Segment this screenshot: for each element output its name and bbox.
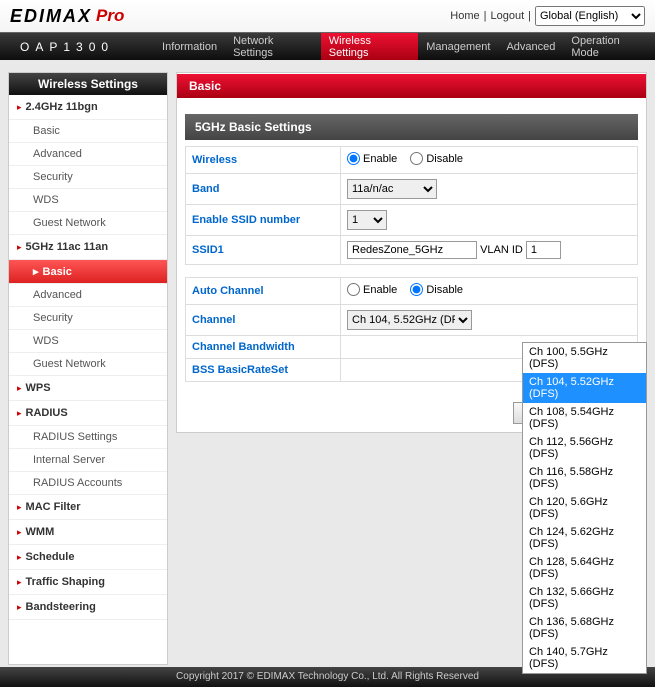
channel-option[interactable]: Ch 132, 5.66GHz (DFS) bbox=[523, 583, 646, 613]
sidebar-item-security-5g[interactable]: Security bbox=[9, 307, 167, 330]
nav-wireless-settings[interactable]: Wireless Settings bbox=[321, 33, 418, 60]
sidebar-group-radius[interactable]: ▸RADIUS bbox=[9, 401, 167, 426]
nav-network-settings[interactable]: Network Settings bbox=[225, 33, 321, 60]
sidebar-group-bandsteering[interactable]: ▸Bandsteering bbox=[9, 595, 167, 620]
sidebar-item-internal-server[interactable]: Internal Server bbox=[9, 449, 167, 472]
label-ssid1: SSID1 bbox=[186, 236, 341, 265]
sidebar-item-guest[interactable]: Guest Network bbox=[9, 212, 167, 235]
sidebar-item-radius-settings[interactable]: RADIUS Settings bbox=[9, 426, 167, 449]
label-channel: Channel bbox=[186, 305, 341, 336]
sidebar-item-advanced[interactable]: Advanced bbox=[9, 143, 167, 166]
input-vlanid[interactable] bbox=[526, 241, 561, 259]
nav-management[interactable]: Management bbox=[418, 33, 498, 60]
channel-option[interactable]: Ch 140, 5.7GHz (DFS) bbox=[523, 643, 646, 673]
sidebar-title: Wireless Settings bbox=[9, 73, 167, 95]
channel-option[interactable]: Ch 104, 5.52GHz (DFS) bbox=[523, 373, 646, 403]
sidebar-item-basic[interactable]: Basic bbox=[9, 120, 167, 143]
sidebar-item-advanced-5g[interactable]: Advanced bbox=[9, 284, 167, 307]
sidebar-group-24ghz[interactable]: ▸2.4GHz 11bgn bbox=[9, 95, 167, 120]
channel-option[interactable]: Ch 108, 5.54GHz (DFS) bbox=[523, 403, 646, 433]
sidebar-item-security[interactable]: Security bbox=[9, 166, 167, 189]
home-link[interactable]: Home bbox=[450, 10, 479, 22]
radio-wireless-enable[interactable]: Enable bbox=[347, 152, 397, 165]
panel-basic: Basic 5GHz Basic Settings Wireless Enabl… bbox=[176, 72, 647, 433]
sidebar-group-schedule[interactable]: ▸Schedule bbox=[9, 545, 167, 570]
sidebar-item-radius-accounts[interactable]: RADIUS Accounts bbox=[9, 472, 167, 495]
radio-autochan-disable[interactable]: Disable bbox=[410, 283, 463, 296]
sidebar-item-basic-5g[interactable]: ▸Basic bbox=[9, 260, 167, 284]
select-band[interactable]: 11a/n/ac bbox=[347, 179, 437, 199]
radio-autochan-enable[interactable]: Enable bbox=[347, 283, 397, 296]
radio-wireless-disable[interactable]: Disable bbox=[410, 152, 463, 165]
logout-link[interactable]: Logout bbox=[490, 10, 524, 22]
logo-text: EDIMAX bbox=[10, 6, 92, 27]
logo-suffix: Pro bbox=[96, 6, 124, 26]
nav-information[interactable]: Information bbox=[154, 33, 225, 60]
channel-option[interactable]: Ch 120, 5.6GHz (DFS) bbox=[523, 493, 646, 523]
sidebar: Wireless Settings ▸2.4GHz 11bgn Basic Ad… bbox=[8, 72, 168, 665]
select-ssidnum[interactable]: 1 bbox=[347, 210, 387, 230]
sidebar-group-5ghz[interactable]: ▸5GHz 11ac 11an bbox=[9, 235, 167, 260]
section-heading: 5GHz Basic Settings bbox=[185, 114, 638, 140]
nav-advanced[interactable]: Advanced bbox=[498, 33, 563, 60]
select-channel[interactable]: Ch 104, 5.52GHz (DFS) bbox=[347, 310, 472, 330]
channel-option[interactable]: Ch 136, 5.68GHz (DFS) bbox=[523, 613, 646, 643]
channel-dropdown: Ch 100, 5.5GHz (DFS) Ch 104, 5.52GHz (DF… bbox=[522, 342, 647, 674]
panel-tab-label: Basic bbox=[177, 74, 646, 98]
channel-option[interactable]: Ch 116, 5.58GHz (DFS) bbox=[523, 463, 646, 493]
language-select[interactable]: Global (English) bbox=[535, 6, 645, 26]
sidebar-group-wps[interactable]: ▸WPS bbox=[9, 376, 167, 401]
channel-option[interactable]: Ch 100, 5.5GHz (DFS) bbox=[523, 343, 646, 373]
sidebar-item-wds-5g[interactable]: WDS bbox=[9, 330, 167, 353]
channel-option[interactable]: Ch 124, 5.62GHz (DFS) bbox=[523, 523, 646, 553]
sidebar-group-traffic[interactable]: ▸Traffic Shaping bbox=[9, 570, 167, 595]
label-band: Band bbox=[186, 174, 341, 205]
channel-option[interactable]: Ch 112, 5.56GHz (DFS) bbox=[523, 433, 646, 463]
label-bss: BSS BasicRateSet bbox=[186, 359, 341, 382]
sidebar-group-wmm[interactable]: ▸WMM bbox=[9, 520, 167, 545]
sidebar-group-macfilter[interactable]: ▸MAC Filter bbox=[9, 495, 167, 520]
label-vlanid: VLAN ID bbox=[480, 244, 523, 256]
sidebar-item-guest-5g[interactable]: Guest Network bbox=[9, 353, 167, 376]
input-ssid1[interactable] bbox=[347, 241, 477, 259]
label-ssidnum: Enable SSID number bbox=[186, 205, 341, 236]
label-autochan: Auto Channel bbox=[186, 278, 341, 305]
label-bandwidth: Channel Bandwidth bbox=[186, 336, 341, 359]
model-label: OAP1300 bbox=[20, 40, 114, 54]
channel-option[interactable]: Ch 128, 5.64GHz (DFS) bbox=[523, 553, 646, 583]
nav-operation-mode[interactable]: Operation Mode bbox=[563, 33, 655, 60]
label-wireless: Wireless bbox=[186, 147, 341, 174]
logo: EDIMAX Pro bbox=[10, 6, 124, 27]
sidebar-item-wds[interactable]: WDS bbox=[9, 189, 167, 212]
